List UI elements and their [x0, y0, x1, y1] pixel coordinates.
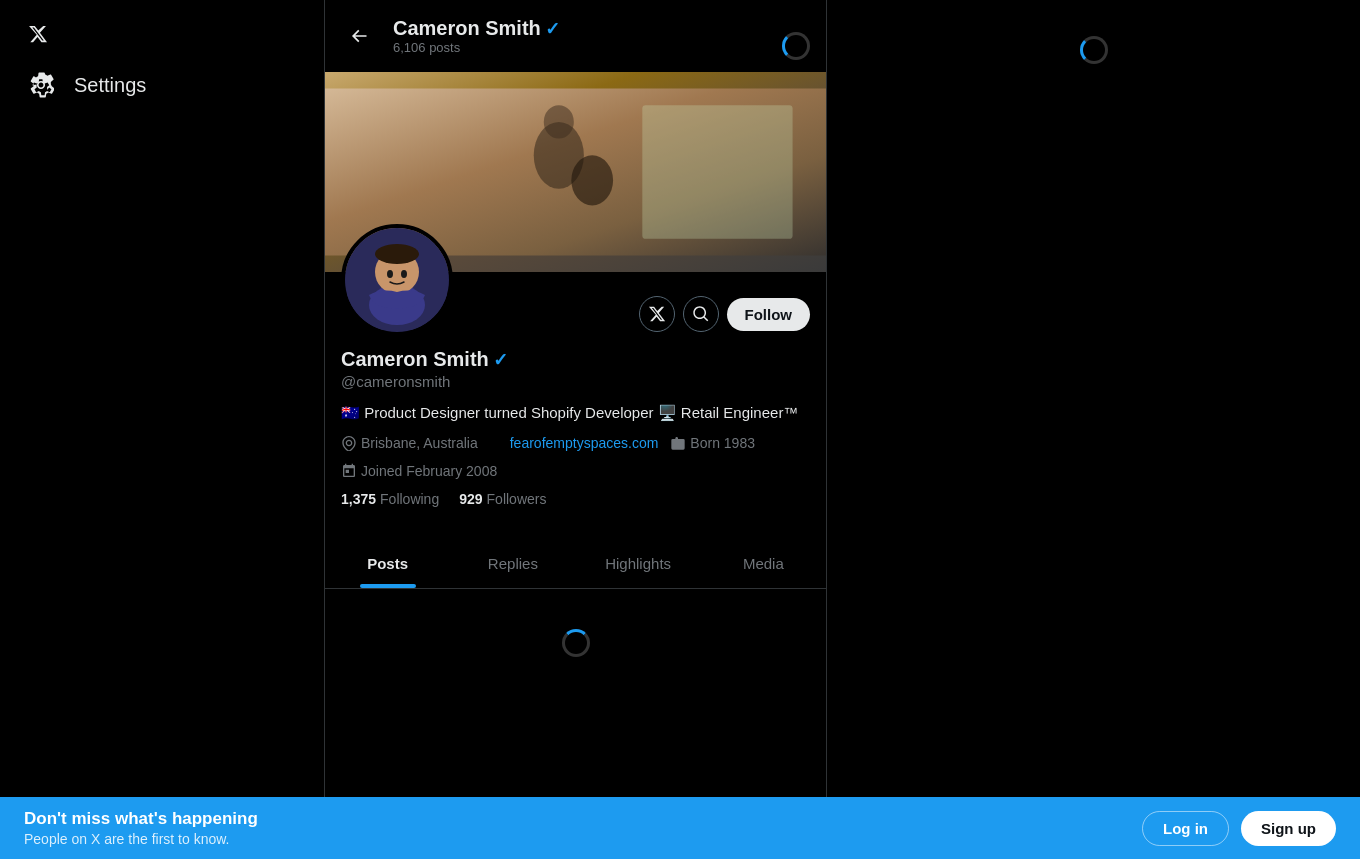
followers-label: Followers	[487, 491, 547, 507]
svg-point-4	[571, 155, 613, 205]
bottom-bar-title: Don't miss what's happening	[24, 809, 258, 829]
back-button[interactable]	[341, 18, 377, 54]
profile-section: Follow Cameron Smith ✓ @cameronsmith 🇦🇺 …	[325, 272, 826, 523]
meta-website[interactable]: fearofemptyspaces.com	[490, 435, 659, 451]
profile-handle: @cameronsmith	[341, 373, 810, 390]
avatar-area: Follow	[341, 224, 810, 336]
meta-born: Born 1983	[670, 435, 755, 451]
svg-point-10	[401, 270, 407, 278]
meta-location: Brisbane, Australia	[341, 435, 478, 451]
sidebar: Settings	[0, 0, 325, 859]
profile-verified-badge: ✓	[493, 349, 508, 371]
feed-spinner	[562, 629, 590, 657]
x-logo-icon	[28, 20, 48, 48]
svg-point-8	[375, 244, 419, 264]
svg-rect-1	[642, 105, 792, 239]
header-text: Cameron Smith ✓ 6,106 posts	[393, 17, 766, 55]
tab-posts[interactable]: Posts	[325, 539, 450, 588]
calendar-icon	[341, 463, 357, 479]
header-verified-badge: ✓	[545, 18, 560, 40]
sidebar-item-settings[interactable]: Settings	[12, 60, 312, 110]
location-icon	[341, 435, 357, 451]
bottom-bar: Don't miss what's happening People on X …	[0, 797, 1360, 859]
following-count: 1,375	[341, 491, 376, 507]
meta-joined: Joined February 2008	[341, 463, 497, 479]
avatar-image	[345, 228, 449, 332]
right-panel	[827, 0, 1360, 859]
search-profile-button[interactable]	[683, 296, 719, 332]
x-logo[interactable]	[12, 8, 64, 60]
following-label: Following	[380, 491, 439, 507]
profile-stats: 1,375 Following 929 Followers	[341, 491, 810, 507]
followers-count: 929	[459, 491, 482, 507]
svg-point-9	[387, 270, 393, 278]
tab-media[interactable]: Media	[701, 539, 826, 588]
profile-meta: Brisbane, Australia fearofemptyspaces.co…	[341, 435, 810, 479]
gear-icon	[28, 72, 54, 98]
header-loading-spinner	[782, 32, 810, 60]
bottom-bar-text: Don't miss what's happening People on X …	[24, 809, 258, 847]
right-panel-spinner	[1080, 36, 1108, 64]
profile-bio: 🇦🇺 Product Designer turned Shopify Devel…	[341, 402, 810, 423]
profile-header: Cameron Smith ✓ 6,106 posts	[325, 0, 826, 72]
bottom-bar-subtitle: People on X are the first to know.	[24, 831, 258, 847]
following-stat[interactable]: 1,375 Following	[341, 491, 439, 507]
profile-name: Cameron Smith ✓	[341, 348, 810, 371]
feed-loading	[325, 589, 826, 697]
header-name: Cameron Smith ✓	[393, 17, 766, 40]
avatar	[341, 224, 453, 336]
tab-highlights[interactable]: Highlights	[576, 539, 701, 588]
settings-label: Settings	[74, 74, 146, 97]
action-buttons: Follow	[639, 296, 811, 336]
profile-tabs: Posts Replies Highlights Media	[325, 539, 826, 589]
login-button[interactable]: Log in	[1142, 811, 1229, 846]
tab-replies[interactable]: Replies	[450, 539, 575, 588]
followers-stat[interactable]: 929 Followers	[459, 491, 546, 507]
link-icon	[490, 435, 506, 451]
bottom-bar-actions: Log in Sign up	[1142, 811, 1336, 846]
signup-button[interactable]: Sign up	[1241, 811, 1336, 846]
x-profile-button[interactable]	[639, 296, 675, 332]
birthday-icon	[670, 435, 686, 451]
main-content: Cameron Smith ✓ 6,106 posts	[325, 0, 827, 859]
follow-button[interactable]: Follow	[727, 298, 811, 331]
svg-point-3	[544, 105, 574, 138]
website-link[interactable]: fearofemptyspaces.com	[510, 435, 659, 451]
header-posts-count: 6,106 posts	[393, 40, 766, 55]
